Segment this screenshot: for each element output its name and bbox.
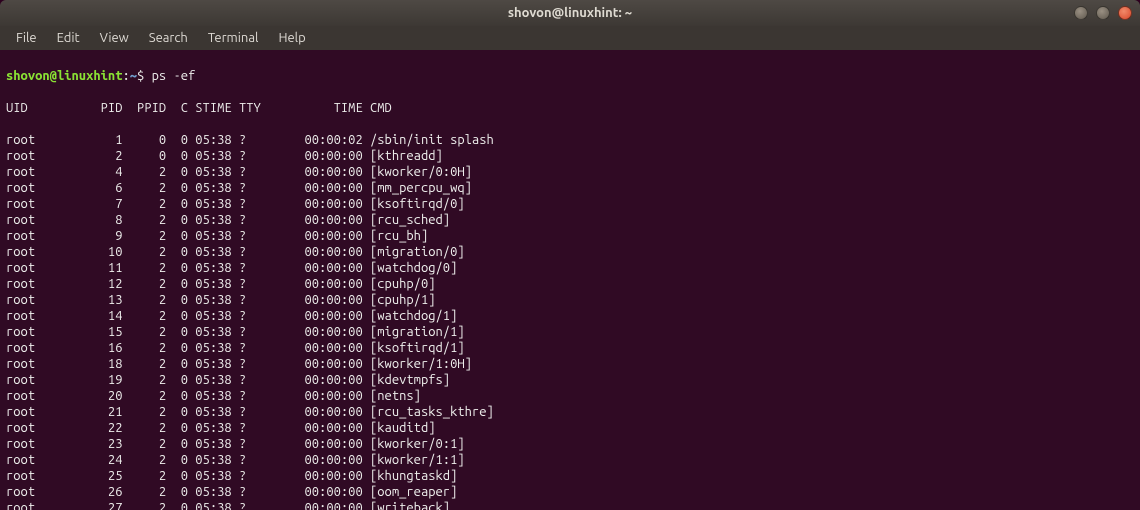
ps-row: root 27 2 0 05:38 ? 00:00:00 [writeback] [6, 500, 1134, 510]
prompt-userhost: shovon@linuxhint [6, 69, 122, 83]
ps-row: root 12 2 0 05:38 ? 00:00:00 [cpuhp/0] [6, 276, 1134, 292]
menu-terminal[interactable]: Terminal [198, 28, 269, 48]
prompt-colon: : [122, 69, 129, 83]
ps-row: root 4 2 0 05:38 ? 00:00:00 [kworker/0:0… [6, 164, 1134, 180]
ps-row: root 15 2 0 05:38 ? 00:00:00 [migration/… [6, 324, 1134, 340]
ps-row: root 21 2 0 05:38 ? 00:00:00 [rcu_tasks_… [6, 404, 1134, 420]
ps-row: root 24 2 0 05:38 ? 00:00:00 [kworker/1:… [6, 452, 1134, 468]
ps-row: root 1 0 0 05:38 ? 00:00:02 /sbin/init s… [6, 132, 1134, 148]
ps-row: root 7 2 0 05:38 ? 00:00:00 [ksoftirqd/0… [6, 196, 1134, 212]
menubar: File Edit View Search Terminal Help [0, 26, 1140, 50]
ps-row: root 26 2 0 05:38 ? 00:00:00 [oom_reaper… [6, 484, 1134, 500]
ps-header-row: UID PID PPID C STIME TTY TIME CMD [6, 100, 1134, 116]
ps-row: root 16 2 0 05:38 ? 00:00:00 [ksoftirqd/… [6, 340, 1134, 356]
prompt-line: shovon@linuxhint:~$ ps -ef [6, 68, 1134, 84]
minimize-icon[interactable] [1074, 6, 1088, 20]
ps-row: root 2 0 0 05:38 ? 00:00:00 [kthreadd] [6, 148, 1134, 164]
window-title: shovon@linuxhint: ~ [0, 6, 1140, 20]
ps-row: root 11 2 0 05:38 ? 00:00:00 [watchdog/0… [6, 260, 1134, 276]
ps-row: root 25 2 0 05:38 ? 00:00:00 [khungtaskd… [6, 468, 1134, 484]
ps-row: root 18 2 0 05:38 ? 00:00:00 [kworker/1:… [6, 356, 1134, 372]
ps-row: root 14 2 0 05:38 ? 00:00:00 [watchdog/1… [6, 308, 1134, 324]
menu-help[interactable]: Help [268, 28, 315, 48]
window-titlebar: shovon@linuxhint: ~ [0, 0, 1140, 26]
ps-row: root 8 2 0 05:38 ? 00:00:00 [rcu_sched] [6, 212, 1134, 228]
menu-search[interactable]: Search [139, 28, 198, 48]
terminal-area[interactable]: shovon@linuxhint:~$ ps -ef UID PID PPID … [0, 50, 1140, 510]
ps-row: root 22 2 0 05:38 ? 00:00:00 [kauditd] [6, 420, 1134, 436]
ps-row: root 23 2 0 05:38 ? 00:00:00 [kworker/0:… [6, 436, 1134, 452]
menu-edit[interactable]: Edit [47, 28, 90, 48]
close-icon[interactable] [1118, 6, 1132, 20]
ps-row: root 13 2 0 05:38 ? 00:00:00 [cpuhp/1] [6, 292, 1134, 308]
ps-row: root 6 2 0 05:38 ? 00:00:00 [mm_percpu_w… [6, 180, 1134, 196]
command-text: ps -ef [152, 69, 196, 83]
ps-row: root 9 2 0 05:38 ? 00:00:00 [rcu_bh] [6, 228, 1134, 244]
ps-row: root 20 2 0 05:38 ? 00:00:00 [netns] [6, 388, 1134, 404]
maximize-icon[interactable] [1096, 6, 1110, 20]
menu-file[interactable]: File [6, 28, 47, 48]
prompt-path: ~ [130, 69, 137, 83]
ps-row: root 19 2 0 05:38 ? 00:00:00 [kdevtmpfs] [6, 372, 1134, 388]
ps-row: root 10 2 0 05:38 ? 00:00:00 [migration/… [6, 244, 1134, 260]
menu-view[interactable]: View [90, 28, 139, 48]
window-controls [1074, 6, 1132, 20]
